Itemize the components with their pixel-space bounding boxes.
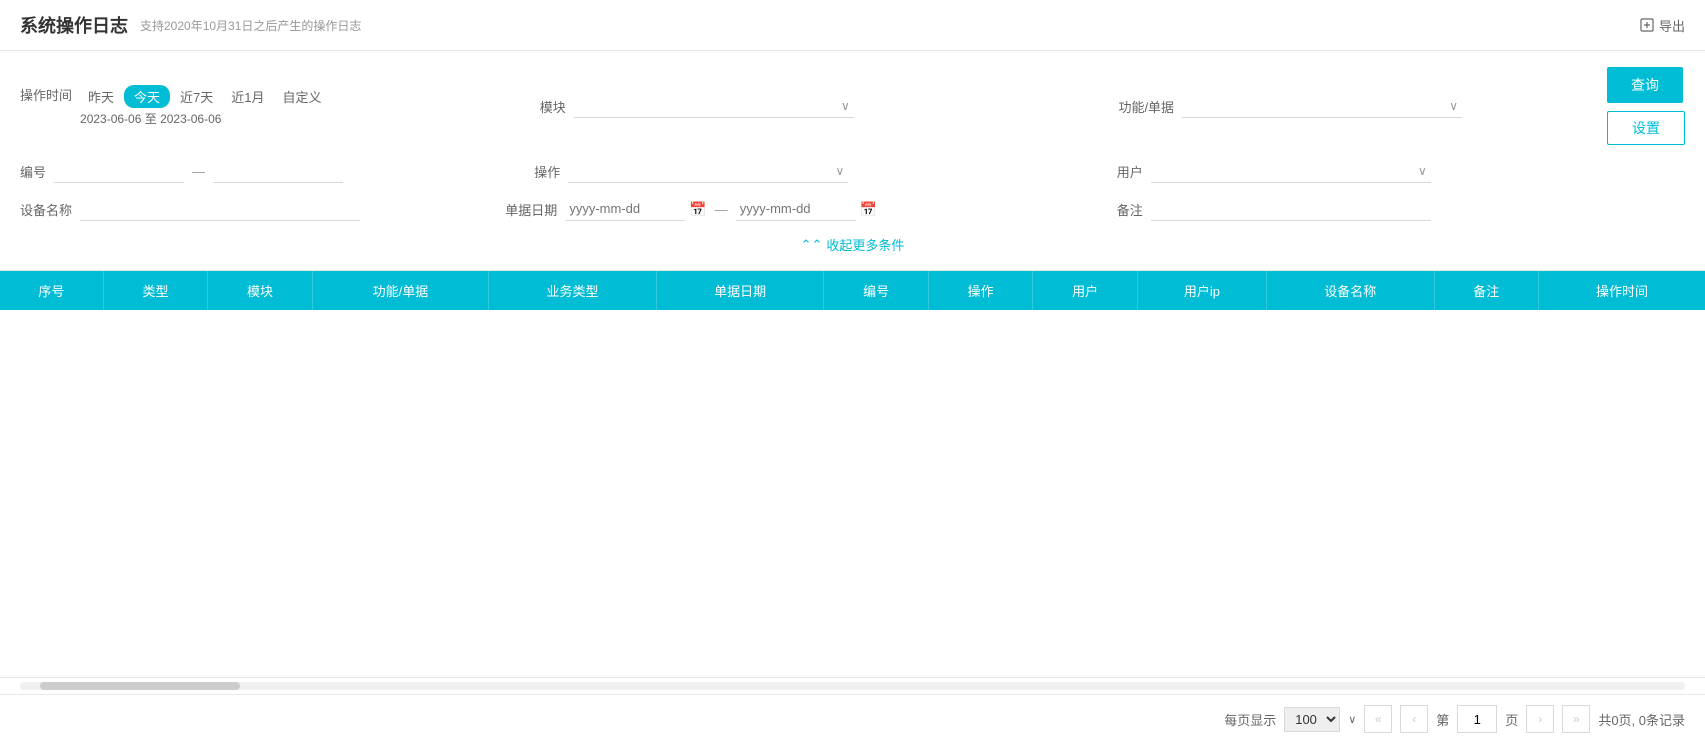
- remark-label: 备注: [1117, 200, 1143, 219]
- module-select-wrapper: ∨: [574, 94, 854, 118]
- user-select-wrapper: ∨: [1151, 159, 1431, 183]
- page-subtitle: 支持2020年10月31日之后产生的操作日志: [140, 17, 361, 34]
- query-button[interactable]: 查询: [1607, 67, 1683, 103]
- time-btn-custom[interactable]: 自定义: [275, 85, 330, 108]
- filter-area: 操作时间 昨天 今天 近7天 近1月 自定义 2023-06-06 至 2023…: [0, 51, 1705, 271]
- calendar-start-icon[interactable]: 📅: [689, 201, 706, 218]
- function-label: 功能/单据: [1118, 97, 1174, 116]
- user-input[interactable]: [1151, 159, 1431, 183]
- time-btn-7days[interactable]: 近7天: [172, 85, 221, 108]
- table-section: 序号 类型 模块 功能/单据 业务类型 单据日期 编号 操作 用户 用户ip 设…: [0, 271, 1705, 677]
- doc-date-start-input[interactable]: [565, 197, 685, 221]
- col-operation: 操作: [928, 271, 1032, 310]
- col-op-time: 操作时间: [1539, 271, 1705, 310]
- per-page-select[interactable]: 100 50 200: [1284, 707, 1340, 732]
- col-function: 功能/单据: [312, 271, 488, 310]
- page-title: 系统操作日志: [20, 12, 128, 38]
- operation-label: 操作: [534, 162, 560, 181]
- settings-button[interactable]: 设置: [1607, 111, 1685, 145]
- page-unit: 页: [1505, 710, 1518, 729]
- function-select-wrapper: ∨: [1182, 94, 1462, 118]
- time-btn-yesterday[interactable]: 昨天: [80, 85, 122, 108]
- time-section: 昨天 今天 近7天 近1月 自定义 2023-06-06 至 2023-06-0…: [80, 85, 330, 127]
- doc-date-label: 单据日期: [505, 200, 557, 219]
- col-module: 模块: [208, 271, 312, 310]
- filter-row-1: 操作时间 昨天 今天 近7天 近1月 自定义 2023-06-06 至 2023…: [20, 67, 1685, 145]
- time-label: 操作时间: [20, 85, 72, 104]
- collapse-button[interactable]: ⌃⌃ 收起更多条件: [801, 235, 905, 254]
- first-page-button[interactable]: «: [1364, 705, 1392, 733]
- per-page-label: 每页显示: [1224, 710, 1276, 729]
- device-label: 设备名称: [20, 200, 72, 219]
- col-type: 类型: [103, 271, 207, 310]
- number-dash: —: [192, 164, 205, 179]
- col-doc-date: 单据日期: [656, 271, 824, 310]
- col-remark: 备注: [1434, 271, 1538, 310]
- module-label: 模块: [540, 97, 566, 116]
- module-input[interactable]: [574, 94, 854, 118]
- time-btn-today[interactable]: 今天: [124, 85, 170, 108]
- filter-row-3: 设备名称 单据日期 📅 — 📅 备注: [20, 197, 1685, 221]
- col-seq: 序号: [0, 271, 103, 310]
- time-btn-1month[interactable]: 近1月: [223, 85, 272, 108]
- collapse-up-icon: ⌃⌃: [801, 237, 823, 253]
- page-label: 第: [1436, 710, 1449, 729]
- data-table: 序号 类型 模块 功能/单据 业务类型 单据日期 编号 操作 用户 用户ip 设…: [0, 271, 1705, 630]
- scrollbar-area: [0, 677, 1705, 694]
- number-end-input[interactable]: [213, 159, 343, 183]
- device-input[interactable]: [80, 197, 360, 221]
- empty-row: [0, 310, 1705, 630]
- doc-date-dash: —: [715, 202, 728, 217]
- page-header: 系统操作日志 支持2020年10月31日之后产生的操作日志 导出: [0, 0, 1705, 51]
- user-label: 用户: [1117, 162, 1143, 181]
- time-buttons: 昨天 今天 近7天 近1月 自定义: [80, 85, 330, 108]
- per-page-chevron-icon: ∨: [1348, 713, 1356, 726]
- col-user-ip: 用户ip: [1137, 271, 1266, 310]
- number-start-input[interactable]: [54, 159, 184, 183]
- export-icon: [1639, 17, 1655, 33]
- time-range: 2023-06-06 至 2023-06-06: [80, 110, 330, 127]
- pagination: 每页显示 100 50 200 ∨ « ‹ 第 页 › » 共0页, 0条记录: [0, 694, 1705, 743]
- table-body: [0, 310, 1705, 630]
- table-header-row: 序号 类型 模块 功能/单据 业务类型 单据日期 编号 操作 用户 用户ip 设…: [0, 271, 1705, 310]
- number-label: 编号: [20, 162, 46, 181]
- operation-select-wrapper: ∨: [568, 159, 848, 183]
- prev-page-button[interactable]: ‹: [1400, 705, 1428, 733]
- action-buttons: 查询 设置: [1607, 67, 1685, 145]
- col-device: 设备名称: [1266, 271, 1434, 310]
- col-user: 用户: [1033, 271, 1137, 310]
- col-business-type: 业务类型: [489, 271, 657, 310]
- scrollbar-track: [20, 682, 1685, 690]
- col-number: 编号: [824, 271, 928, 310]
- table-header: 序号 类型 模块 功能/单据 业务类型 单据日期 编号 操作 用户 用户ip 设…: [0, 271, 1705, 310]
- remark-input[interactable]: [1151, 197, 1431, 221]
- export-button[interactable]: 导出: [1639, 16, 1685, 35]
- filter-row-2: 编号 — 操作 ∨ 用户 ∨: [20, 159, 1685, 183]
- calendar-end-icon[interactable]: 📅: [860, 201, 877, 218]
- doc-date-end-input[interactable]: [736, 197, 856, 221]
- function-input[interactable]: [1182, 94, 1462, 118]
- last-page-button[interactable]: »: [1562, 705, 1590, 733]
- total-info: 共0页, 0条记录: [1598, 710, 1685, 729]
- page-input[interactable]: [1457, 705, 1497, 733]
- collapse-row: ⌃⌃ 收起更多条件: [20, 235, 1685, 254]
- operation-input[interactable]: [568, 159, 848, 183]
- scrollbar-thumb[interactable]: [40, 682, 240, 690]
- next-page-button[interactable]: ›: [1526, 705, 1554, 733]
